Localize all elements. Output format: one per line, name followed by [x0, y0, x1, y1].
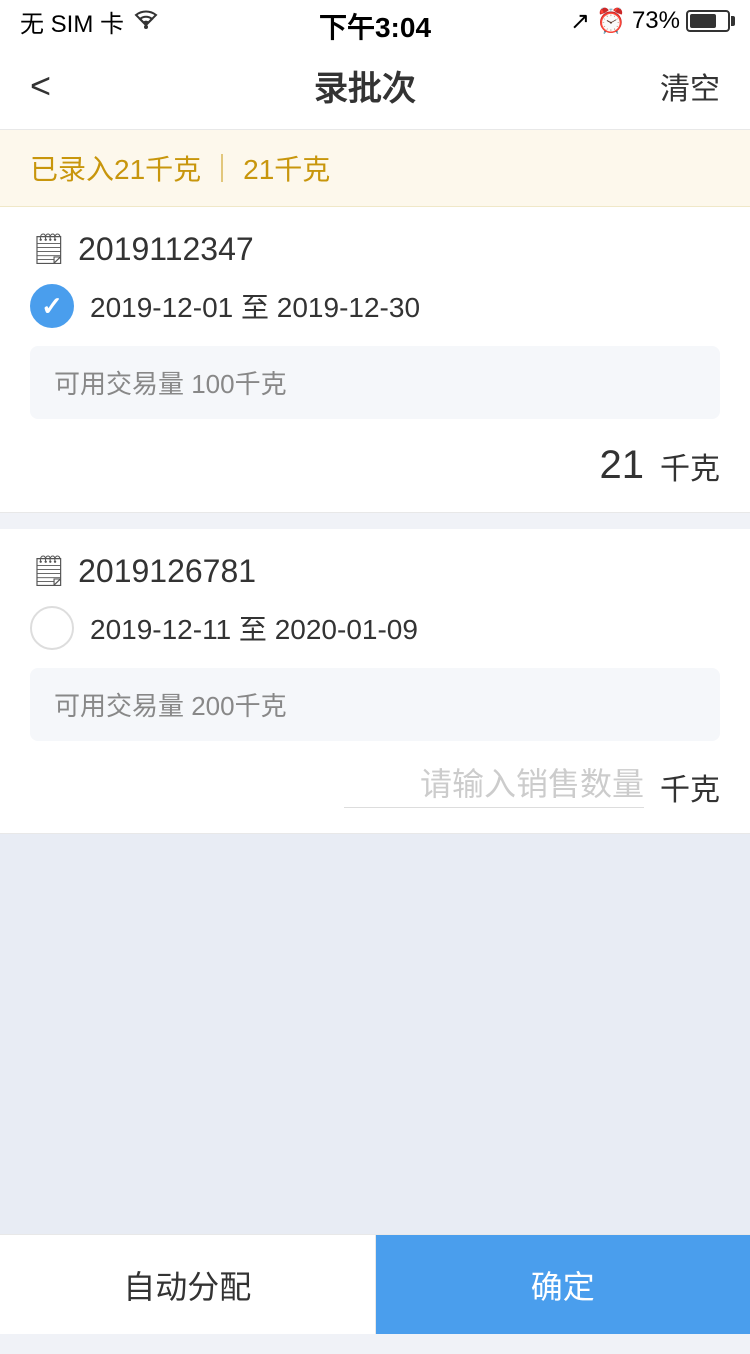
- battery-icon: [686, 10, 730, 32]
- quantity-input-wrapper-2[interactable]: [344, 766, 644, 808]
- batch-id-row-1: 🗒 2019112347: [30, 231, 720, 268]
- document-icon-2: 🗒: [30, 554, 68, 589]
- radio-2[interactable]: [30, 606, 74, 650]
- quantity-unit-2: 千克: [660, 765, 720, 809]
- content-scroll: 🗒 2019112347 2019-12-01 至 2019-12-30 可用交…: [0, 207, 750, 1354]
- quantity-input-2[interactable]: [344, 766, 644, 803]
- quantity-value-1: 21: [600, 443, 645, 488]
- summary-label: 已录入21千克: [30, 148, 201, 188]
- section-divider: [0, 513, 750, 529]
- batch-id-row-2: 🗒 2019126781: [30, 553, 720, 590]
- radio-1[interactable]: [30, 284, 74, 328]
- batch-date-2: 2019-12-11 至 2020-01-09: [90, 608, 418, 648]
- batch-item-2: 🗒 2019126781 2019-12-11 至 2020-01-09 可用交…: [0, 529, 750, 834]
- batch-id-2: 2019126781: [78, 553, 256, 590]
- batch-available-2: 可用交易量 200千克: [30, 668, 720, 741]
- batch-date-row-1: 2019-12-01 至 2019-12-30: [30, 284, 720, 328]
- status-time: 下午3:04: [319, 6, 431, 46]
- wifi-icon: [132, 7, 160, 36]
- alarm-icon: ⏰: [596, 7, 626, 36]
- location-icon: ↗: [570, 7, 590, 36]
- clear-button[interactable]: 清空: [640, 64, 720, 108]
- battery-percent: 73%: [632, 7, 680, 35]
- batch-quantity-row-1: 21 千克: [0, 419, 750, 513]
- batch-date-1: 2019-12-01 至 2019-12-30: [90, 286, 420, 326]
- auto-distribute-button[interactable]: 自动分配: [0, 1235, 376, 1334]
- summary-divider: [221, 154, 223, 182]
- status-right: ↗ ⏰ 73%: [570, 7, 730, 36]
- batch-available-1: 可用交易量 100千克: [30, 346, 720, 419]
- document-icon-1: 🗒: [30, 232, 68, 267]
- quantity-unit-1: 千克: [660, 444, 720, 488]
- status-bar: 无 SIM 卡 下午3:04 ↗ ⏰ 73%: [0, 0, 750, 42]
- bottom-bar: 自动分配 确定: [0, 1234, 750, 1334]
- status-left: 无 SIM 卡: [20, 4, 160, 39]
- carrier-label: 无 SIM 卡: [20, 4, 124, 39]
- batch-id-1: 2019112347: [78, 231, 254, 268]
- page-title: 录批次: [314, 61, 416, 110]
- confirm-button[interactable]: 确定: [376, 1235, 750, 1334]
- nav-bar: < 录批次 清空: [0, 42, 750, 130]
- summary-value: 21千克: [243, 148, 330, 188]
- summary-banner: 已录入21千克 21千克: [0, 130, 750, 207]
- batch-item-1: 🗒 2019112347 2019-12-01 至 2019-12-30 可用交…: [0, 207, 750, 513]
- back-button[interactable]: <: [30, 65, 90, 107]
- empty-area: [0, 834, 750, 1254]
- batch-quantity-row-2: 千克: [0, 741, 750, 834]
- batch-date-row-2: 2019-12-11 至 2020-01-09: [30, 606, 720, 650]
